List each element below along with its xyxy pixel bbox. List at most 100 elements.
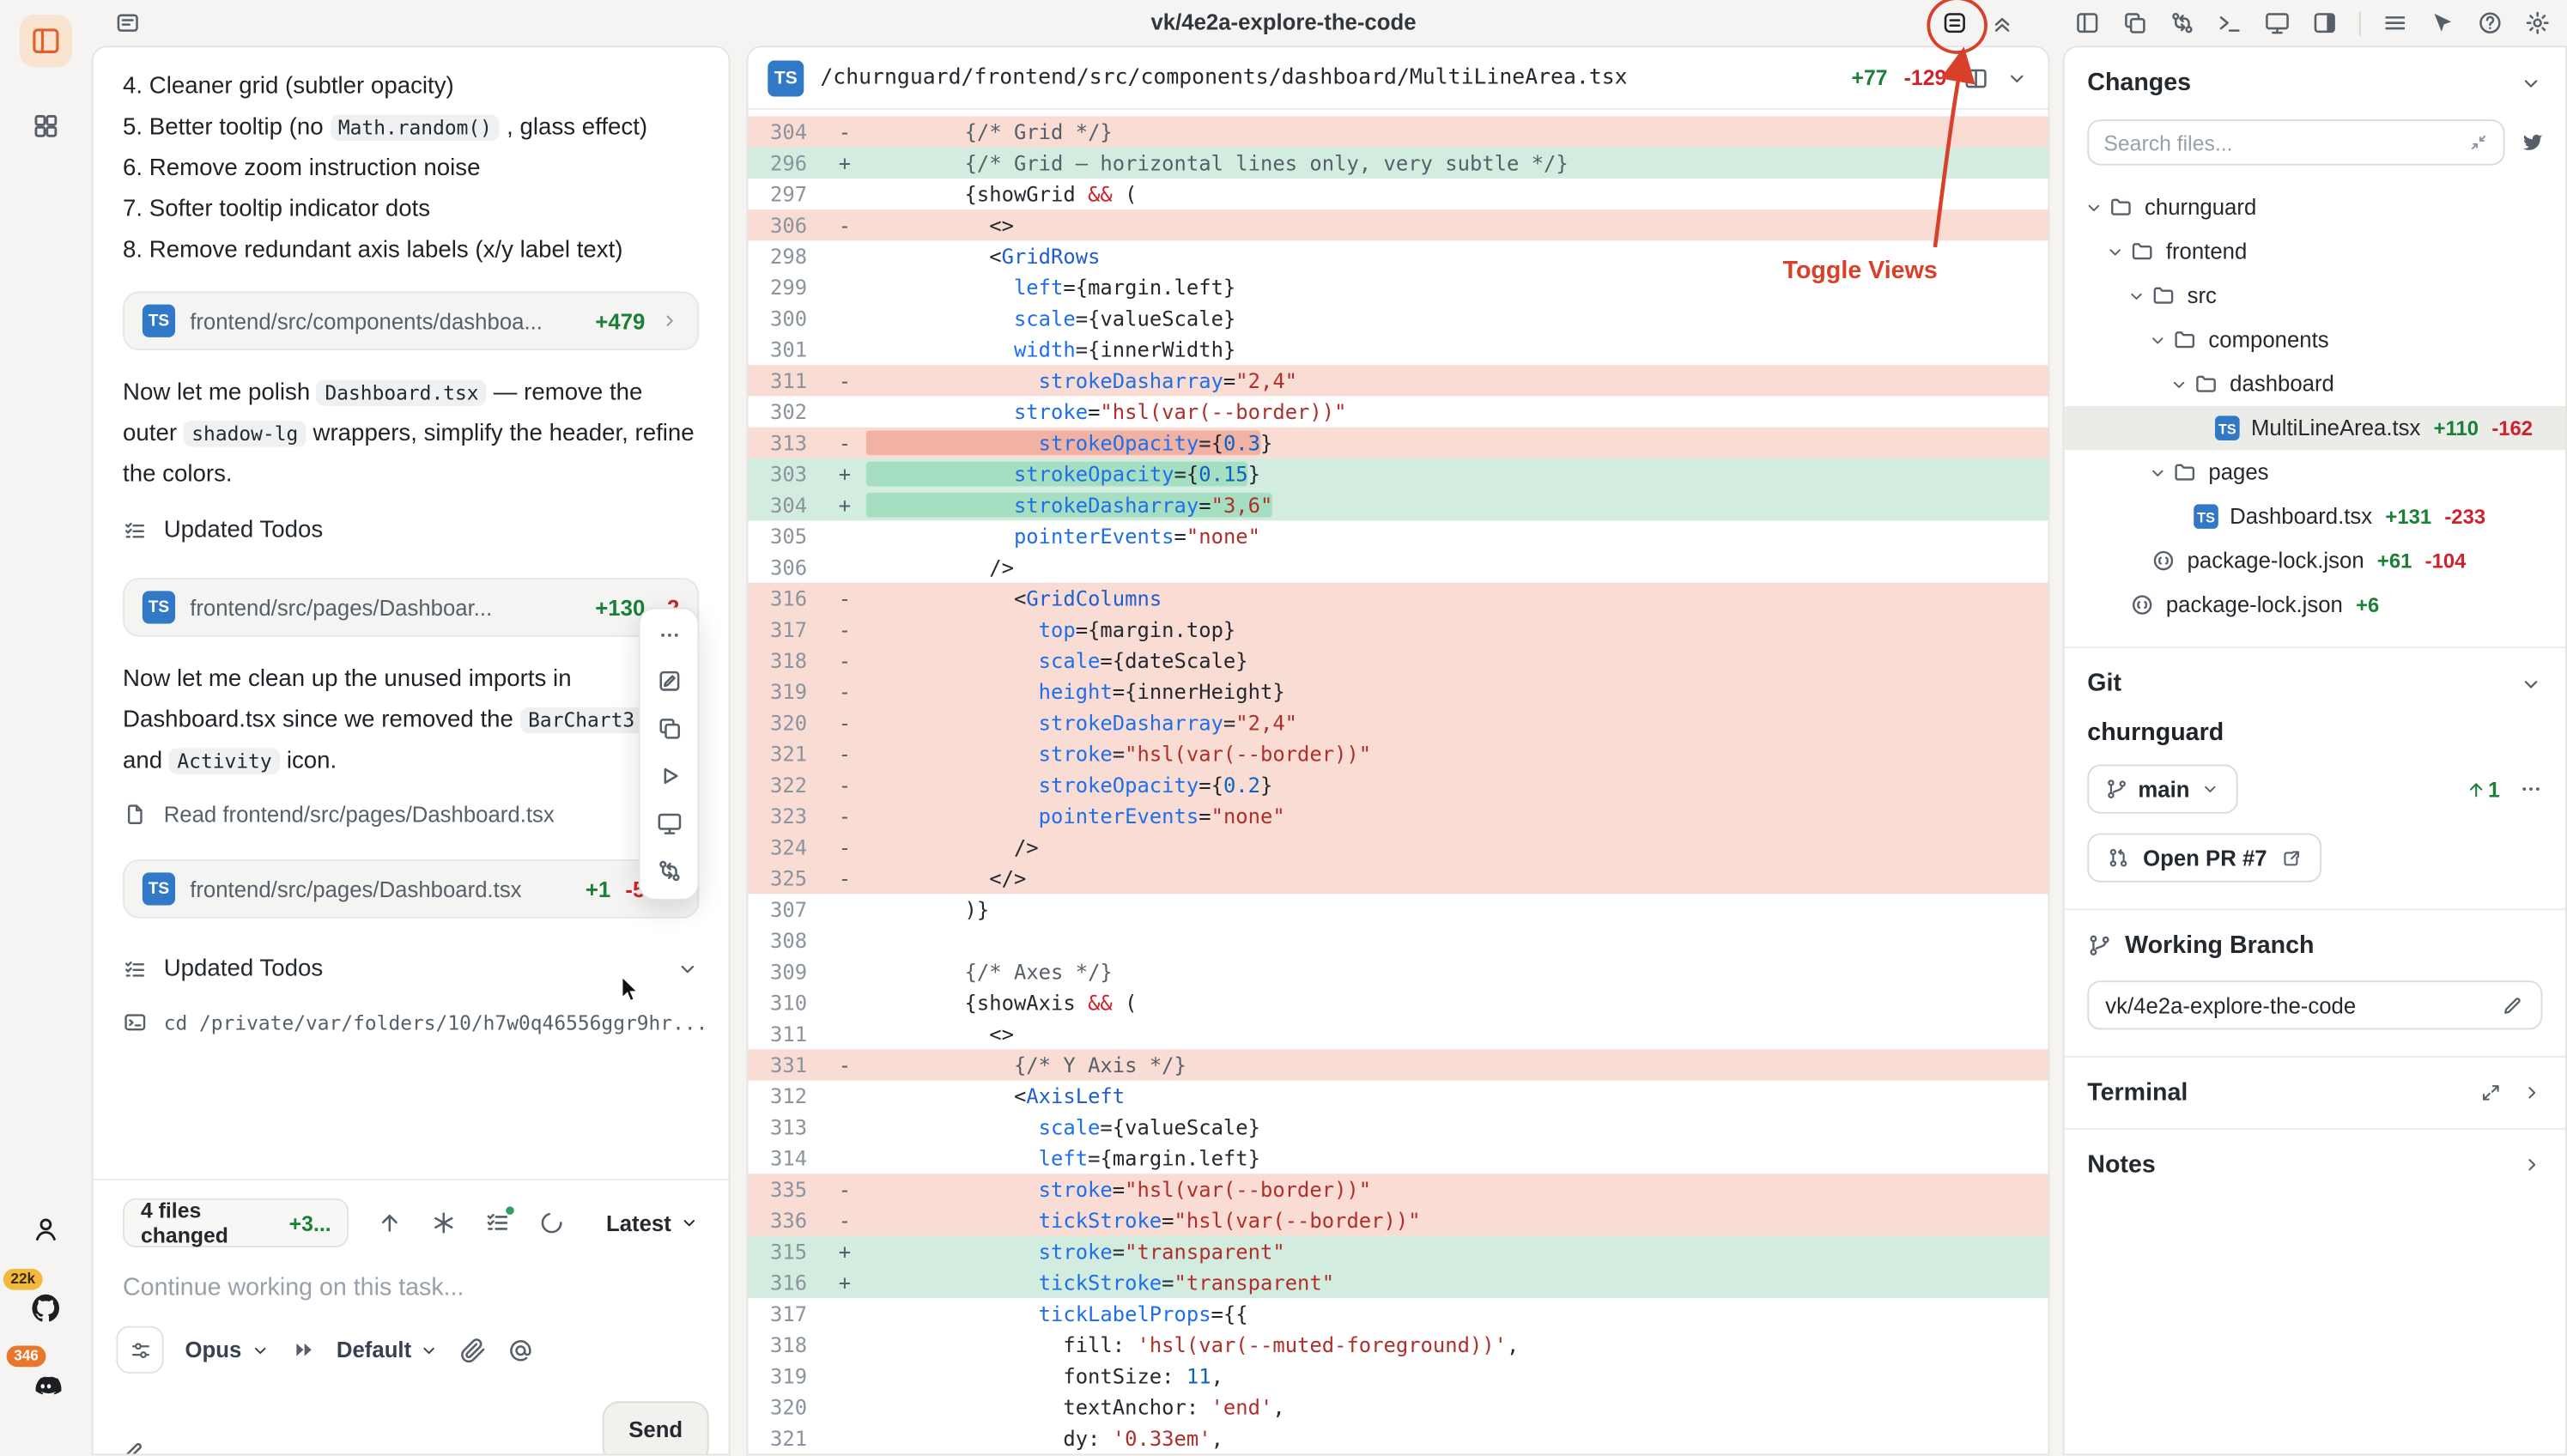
menu-icon[interactable] xyxy=(2382,9,2409,36)
code-text: pointerEvents="none" xyxy=(866,520,2048,551)
chevron-right-icon[interactable] xyxy=(2521,1082,2543,1103)
tree-item-label: components xyxy=(2208,327,2328,352)
diff-sign: - xyxy=(823,1049,866,1080)
more-icon[interactable] xyxy=(658,624,681,647)
folder-icon xyxy=(2151,283,2176,308)
compare-icon[interactable] xyxy=(656,858,683,884)
code-text: <GridRows xyxy=(866,240,2048,271)
diff-sign: + xyxy=(823,1236,866,1267)
mention-icon[interactable] xyxy=(508,1337,535,1363)
spark-icon[interactable] xyxy=(431,1210,458,1236)
loading-spinner xyxy=(539,1210,566,1236)
notification-dot xyxy=(505,1204,516,1216)
file-change-chip[interactable]: TS frontend/src/pages/Dashboar... +130 -… xyxy=(123,578,699,637)
changes-title: Changes xyxy=(2087,69,2191,96)
working-branch-input[interactable]: vk/4e2a-explore-the-code xyxy=(2087,980,2542,1029)
changes-header[interactable]: Changes xyxy=(2065,47,2566,118)
rail-github-button[interactable]: 22k xyxy=(20,1282,72,1334)
git-header[interactable]: Git xyxy=(2065,646,2566,719)
tree-item-pages[interactable]: pages xyxy=(2065,450,2566,494)
skip-icon[interactable] xyxy=(291,1338,316,1362)
updated-todos-row[interactable]: Updated Todos xyxy=(94,502,729,558)
stacked-windows-icon[interactable] xyxy=(2121,9,2148,36)
diff-sign: - xyxy=(823,365,866,396)
latest-dropdown[interactable]: Latest xyxy=(606,1210,699,1235)
monitor-icon[interactable] xyxy=(2264,9,2291,36)
tree-item-package-lock-json[interactable]: package-lock.json+61-104 xyxy=(2065,538,2566,582)
mode-dropdown[interactable]: Default xyxy=(337,1338,440,1362)
view-menu-button[interactable] xyxy=(1942,9,1969,36)
chevron-right-icon[interactable] xyxy=(2521,1154,2543,1175)
diff-sign xyxy=(823,987,866,1018)
updated-todos-row[interactable]: Updated Todos xyxy=(94,941,729,997)
notes-header[interactable]: Notes xyxy=(2065,1128,2566,1200)
git-compare-icon[interactable] xyxy=(2170,9,2196,36)
tree-item-package-lock-json[interactable]: package-lock.json+6 xyxy=(2065,583,2566,627)
tree-item-components[interactable]: components xyxy=(2065,318,2566,361)
line-number: 304 xyxy=(748,116,823,147)
file-change-chip[interactable]: TS frontend/src/pages/Dashboard.tsx +1 -… xyxy=(123,859,699,919)
ahead-number: 1 xyxy=(2488,777,2500,802)
preview-icon[interactable] xyxy=(656,810,683,837)
tree-item-churnguard[interactable]: churnguard xyxy=(2065,185,2566,228)
model-dropdown[interactable]: Opus xyxy=(185,1338,269,1362)
diff-line: 319- height={innerHeight} xyxy=(748,676,2048,707)
diff-line: 318 fill: 'hsl(var(--muted-foreground))'… xyxy=(748,1329,2048,1360)
tree-item-multilinearea-tsx[interactable]: TSMultiLineArea.tsx+110-162 xyxy=(2065,406,2566,450)
tree-item-src[interactable]: src xyxy=(2065,273,2566,317)
edit-icon[interactable] xyxy=(2502,993,2525,1016)
tree-item-dashboard[interactable]: dashboard xyxy=(2065,361,2566,405)
message-input[interactable]: Continue working on this task... xyxy=(94,1260,729,1311)
file-change-chip[interactable]: TS frontend/src/components/dashboa... +4… xyxy=(123,291,699,350)
collapse-diff-icon[interactable] xyxy=(2006,66,2029,89)
inline-code: Dashboard.tsx xyxy=(317,379,487,406)
composer-toolbar: Opus Default xyxy=(94,1311,729,1388)
open-pr-button[interactable]: Open PR #7 xyxy=(2087,834,2321,883)
collapse-up-icon[interactable] xyxy=(1989,9,2016,36)
tree-item-frontend[interactable]: frontend xyxy=(2065,229,2566,273)
code-text: /> xyxy=(866,552,2048,583)
arrow-up-icon[interactable] xyxy=(377,1210,404,1236)
terminal-command-row[interactable]: cd /private/var/folders/10/h7w0q46556ggr… xyxy=(94,997,729,1054)
terminal-icon[interactable] xyxy=(2217,9,2243,36)
pen-icon[interactable] xyxy=(119,1439,146,1455)
more-icon[interactable] xyxy=(2520,778,2543,801)
attach-icon[interactable] xyxy=(460,1337,487,1363)
bird-icon[interactable] xyxy=(2520,130,2546,156)
split-view-icon[interactable] xyxy=(1963,64,1989,91)
chevron-down-icon[interactable] xyxy=(677,958,700,981)
panel-right-icon[interactable] xyxy=(2312,9,2339,36)
branch-selector[interactable]: main xyxy=(2087,765,2237,814)
line-number: 320 xyxy=(748,707,823,738)
files-changed-chip[interactable]: 4 files changed +3... xyxy=(123,1198,349,1247)
chevron-down-icon xyxy=(2520,71,2543,94)
send-button[interactable]: Send xyxy=(603,1401,709,1455)
line-number: 324 xyxy=(748,832,823,863)
tree-item-dashboard-tsx[interactable]: TSDashboard.tsx+131-233 xyxy=(2065,494,2566,538)
diff-sign: - xyxy=(823,769,866,800)
diff-line: 310 {showAxis && ( xyxy=(748,987,2048,1018)
settings-icon[interactable] xyxy=(2524,9,2551,36)
rail-discord-button[interactable]: 346 xyxy=(20,1361,72,1413)
run-icon[interactable] xyxy=(656,763,683,790)
tree-item-label: package-lock.json xyxy=(2188,549,2364,573)
todos-indicator-button[interactable] xyxy=(485,1210,512,1236)
copy-icon[interactable] xyxy=(656,715,683,742)
line-number: 298 xyxy=(748,240,823,271)
expand-icon[interactable] xyxy=(2480,1082,2502,1103)
open-diff-icon[interactable] xyxy=(656,668,683,695)
diff-sign xyxy=(823,956,866,987)
read-file-row[interactable]: Read frontend/src/pages/Dashboard.tsx xyxy=(94,789,729,840)
code-text: tickLabelProps={{ xyxy=(866,1298,2048,1329)
collapse-icon[interactable] xyxy=(2469,132,2489,152)
pointer-icon[interactable] xyxy=(2430,9,2456,36)
search-row: Search files... xyxy=(2065,118,2566,181)
panel-left-icon[interactable] xyxy=(2074,9,2101,36)
panel-stack-icon[interactable] xyxy=(114,9,141,36)
help-icon[interactable] xyxy=(2477,9,2503,36)
rail-grid-button[interactable] xyxy=(20,100,72,152)
settings-sliders-button[interactable] xyxy=(116,1326,163,1374)
file-search-input[interactable]: Search files... xyxy=(2087,119,2504,165)
terminal-header[interactable]: Terminal xyxy=(2065,1056,2566,1128)
rail-account-button[interactable] xyxy=(20,1204,72,1256)
